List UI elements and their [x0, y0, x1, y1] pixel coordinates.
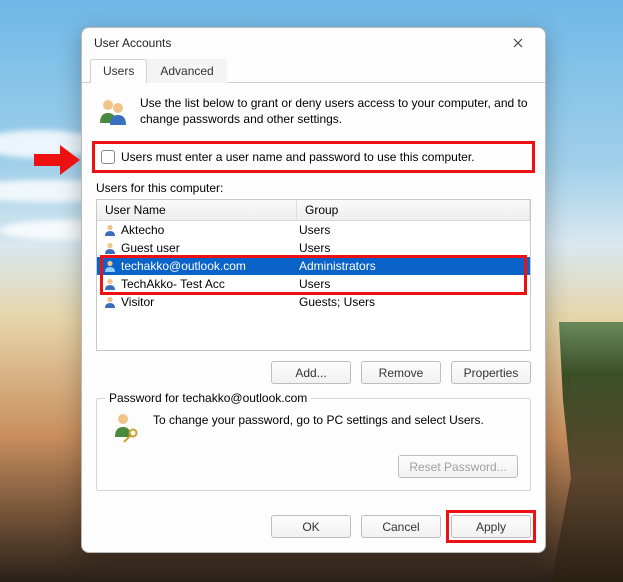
user-row[interactable]: TechAkko- Test Acc Users: [97, 275, 530, 293]
user-buttons-row: Add... Remove Properties: [96, 361, 531, 384]
user-list[interactable]: User Name Group Aktecho Users Guest user Us…: [96, 199, 531, 351]
user-group: Guests; Users: [299, 295, 375, 309]
user-accounts-dialog: User Accounts Users Advanced Use the lis…: [81, 27, 546, 553]
annotation-highlight-apply: Apply: [446, 510, 536, 543]
checkbox-label: Users must enter a user name and passwor…: [121, 150, 475, 164]
require-password-checkbox[interactable]: Users must enter a user name and passwor…: [101, 150, 524, 164]
remove-button[interactable]: Remove: [361, 361, 441, 384]
users-panel: Use the list below to grant or deny user…: [82, 83, 545, 505]
user-icon: [103, 295, 117, 309]
apply-button[interactable]: Apply: [451, 515, 531, 538]
user-group: Users: [299, 277, 330, 291]
add-button[interactable]: Add...: [271, 361, 351, 384]
user-icon: [103, 259, 117, 273]
reset-password-button[interactable]: Reset Password...: [398, 455, 518, 478]
bg-cliff: [543, 322, 623, 582]
tab-advanced[interactable]: Advanced: [147, 59, 226, 83]
user-row[interactable]: techakko@outlook.com Administrators: [97, 257, 530, 275]
user-key-icon: [109, 409, 143, 443]
intro-row: Use the list below to grant or deny user…: [96, 95, 531, 129]
dialog-footer: OK Cancel Apply: [82, 505, 545, 552]
user-icon: [103, 241, 117, 255]
user-name: Guest user: [121, 241, 180, 255]
user-icon: [103, 223, 117, 237]
intro-text: Use the list below to grant or deny user…: [140, 95, 531, 129]
tab-users[interactable]: Users: [90, 59, 147, 83]
password-legend: Password for techakko@outlook.com: [105, 391, 311, 405]
user-icon: [103, 277, 117, 291]
user-row[interactable]: Visitor Guests; Users: [97, 293, 530, 311]
user-list-header: User Name Group: [97, 200, 530, 221]
close-button[interactable]: [497, 30, 539, 56]
user-name: techakko@outlook.com: [121, 259, 246, 273]
user-name: Aktecho: [121, 223, 164, 237]
user-row[interactable]: Guest user Users: [97, 239, 530, 257]
annotation-arrow: [34, 145, 84, 175]
users-icon: [96, 95, 130, 129]
password-fieldset: Password for techakko@outlook.com To cha…: [96, 398, 531, 491]
user-name: Visitor: [121, 295, 154, 309]
cancel-button[interactable]: Cancel: [361, 515, 441, 538]
checkbox-icon: [101, 150, 115, 164]
user-list-label: Users for this computer:: [96, 181, 531, 195]
window-title: User Accounts: [94, 36, 497, 50]
password-text: To change your password, go to PC settin…: [153, 409, 484, 427]
properties-button[interactable]: Properties: [451, 361, 531, 384]
column-group[interactable]: Group: [297, 200, 530, 220]
user-row[interactable]: Aktecho Users: [97, 221, 530, 239]
tabstrip: Users Advanced: [82, 58, 545, 83]
user-group: Administrators: [299, 259, 376, 273]
ok-button[interactable]: OK: [271, 515, 351, 538]
user-group: Users: [299, 223, 330, 237]
user-name: TechAkko- Test Acc: [121, 277, 225, 291]
annotation-highlight-checkbox: Users must enter a user name and passwor…: [92, 141, 535, 173]
user-group: Users: [299, 241, 330, 255]
titlebar: User Accounts: [82, 28, 545, 58]
column-username[interactable]: User Name: [97, 200, 297, 220]
close-icon: [513, 38, 523, 48]
